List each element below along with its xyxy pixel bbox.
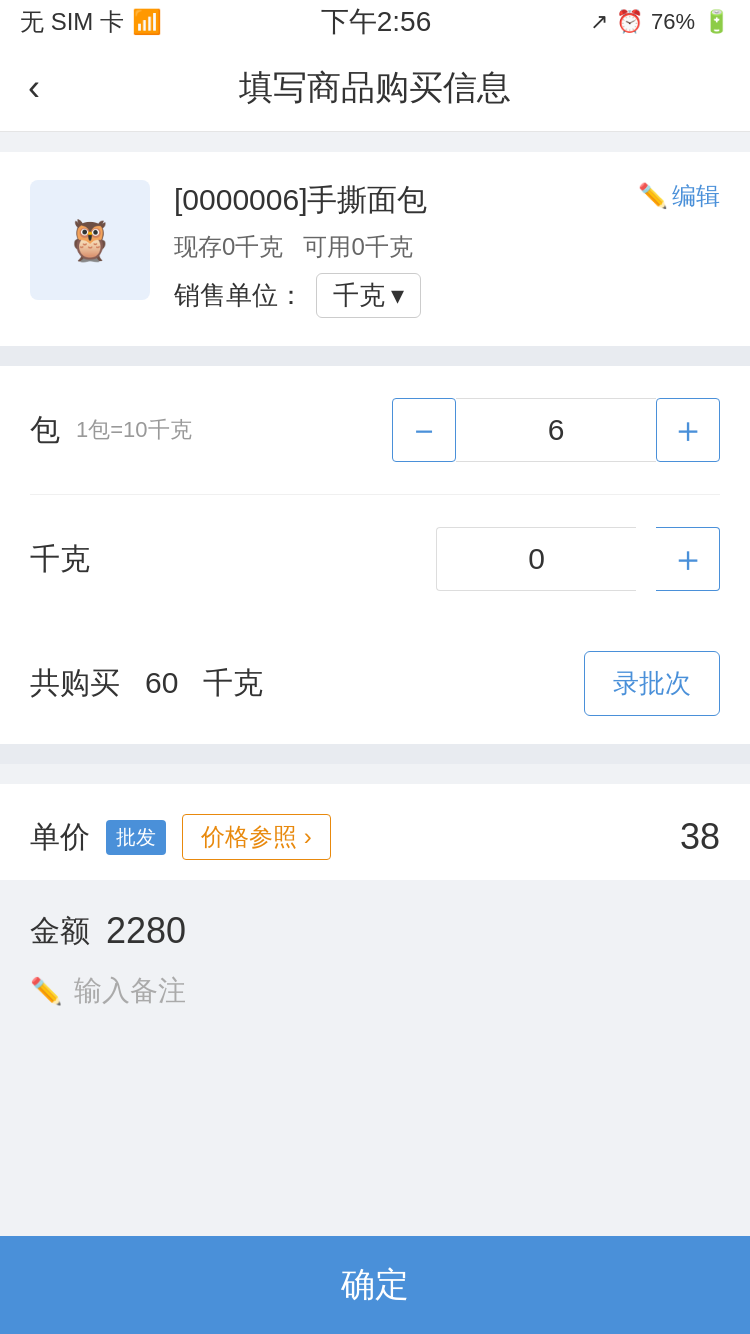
carrier-label: 无 SIM 卡	[20, 6, 124, 38]
main-content: 🦉 [0000006]手撕面包 ✏️ 编辑 现存0千克 可用0千克 销售单位： …	[0, 152, 750, 1334]
unit-selector[interactable]: 千克 ▾	[316, 273, 421, 318]
amount-value: 2280	[106, 910, 186, 952]
total-label: 共购买	[30, 666, 120, 699]
product-info: [0000006]手撕面包 ✏️ 编辑 现存0千克 可用0千克 销售单位： 千克…	[174, 180, 720, 318]
pencil-icon: ✏️	[30, 976, 62, 1007]
section-divider-1	[0, 346, 750, 366]
stock-available: 可用0千克	[303, 233, 412, 260]
kg-unit-label: 千克	[30, 539, 90, 580]
bag-qty-input[interactable]	[456, 398, 656, 462]
confirm-button-label: 确定	[341, 1262, 409, 1308]
back-button[interactable]: ‹	[28, 67, 40, 109]
page-title: 填写商品购买信息	[239, 65, 511, 111]
status-bar: 无 SIM 卡 📶 下午2:56 ↗ ⏰ 76% 🔋	[0, 0, 750, 44]
product-stock: 现存0千克 可用0千克	[174, 231, 720, 263]
bag-qty-control: － ＋	[392, 398, 720, 462]
edit-icon: ✏️	[638, 182, 668, 210]
product-card: 🦉 [0000006]手撕面包 ✏️ 编辑 现存0千克 可用0千克 销售单位： …	[0, 152, 750, 346]
unit-value: 千克	[333, 278, 385, 313]
battery-icon: 🔋	[703, 9, 730, 35]
bag-hint: 1包=10千克	[76, 415, 192, 445]
wifi-icon: 📶	[132, 8, 162, 36]
chevron-down-icon: ▾	[391, 280, 404, 311]
kg-qty-control: ＋	[436, 527, 720, 591]
price-label: 单价	[30, 817, 90, 858]
unit-label: 销售单位：	[174, 278, 304, 313]
edit-button[interactable]: ✏️ 编辑	[638, 180, 720, 212]
product-image-placeholder: 🦉	[65, 217, 115, 264]
product-name: [0000006]手撕面包	[174, 180, 427, 221]
price-ref-button[interactable]: 价格参照 ›	[182, 814, 331, 860]
edit-label: 编辑	[672, 180, 720, 212]
status-bar-left: 无 SIM 卡 📶	[20, 6, 162, 38]
amount-label: 金额	[30, 911, 90, 952]
battery-label: 76%	[651, 9, 695, 35]
price-section: 单价 批发 价格参照 › 38	[0, 784, 750, 880]
batch-button[interactable]: 录批次	[584, 651, 720, 716]
alarm-icon: ⏰	[616, 9, 643, 35]
location-icon: ↗	[590, 9, 608, 35]
amount-row: 金额 2280	[30, 910, 720, 952]
total-unit: 千克	[203, 666, 263, 699]
quantity-section: 包 1包=10千克 － ＋ 千克 ＋	[0, 366, 750, 623]
product-thumbnail: 🦉	[30, 180, 150, 300]
product-info-top: [0000006]手撕面包 ✏️ 编辑	[174, 180, 720, 231]
bag-increment-button[interactable]: ＋	[656, 398, 720, 462]
price-row: 单价 批发 价格参照 › 38	[30, 814, 720, 860]
price-value: 38	[680, 816, 720, 858]
total-text: 共购买 60 千克	[30, 663, 263, 704]
total-value: 60	[145, 666, 178, 699]
kg-qty-row: 千克 ＋	[30, 495, 720, 623]
kg-qty-input[interactable]	[436, 527, 636, 591]
confirm-bar[interactable]: 确定	[0, 1236, 750, 1334]
bag-label: 包 1包=10千克	[30, 410, 192, 451]
bag-decrement-button[interactable]: －	[392, 398, 456, 462]
remark-row[interactable]: ✏️ 输入备注	[30, 972, 720, 1010]
kg-label: 千克	[30, 539, 90, 580]
kg-increment-button[interactable]: ＋	[656, 527, 720, 591]
remark-placeholder: 输入备注	[74, 972, 186, 1010]
bag-unit-label: 包	[30, 410, 60, 451]
section-divider-2	[0, 744, 750, 764]
bag-qty-row: 包 1包=10千克 － ＋	[30, 366, 720, 495]
total-section: 共购买 60 千克 录批次	[0, 623, 750, 744]
stock-current: 现存0千克	[174, 233, 283, 260]
amount-section: 金额 2280 ✏️ 输入备注	[0, 880, 750, 1030]
nav-bar: ‹ 填写商品购买信息	[0, 44, 750, 132]
price-tag: 批发	[106, 820, 166, 855]
status-bar-time: 下午2:56	[321, 3, 432, 41]
product-unit-row: 销售单位： 千克 ▾	[174, 273, 720, 318]
status-bar-right: ↗ ⏰ 76% 🔋	[590, 9, 730, 35]
